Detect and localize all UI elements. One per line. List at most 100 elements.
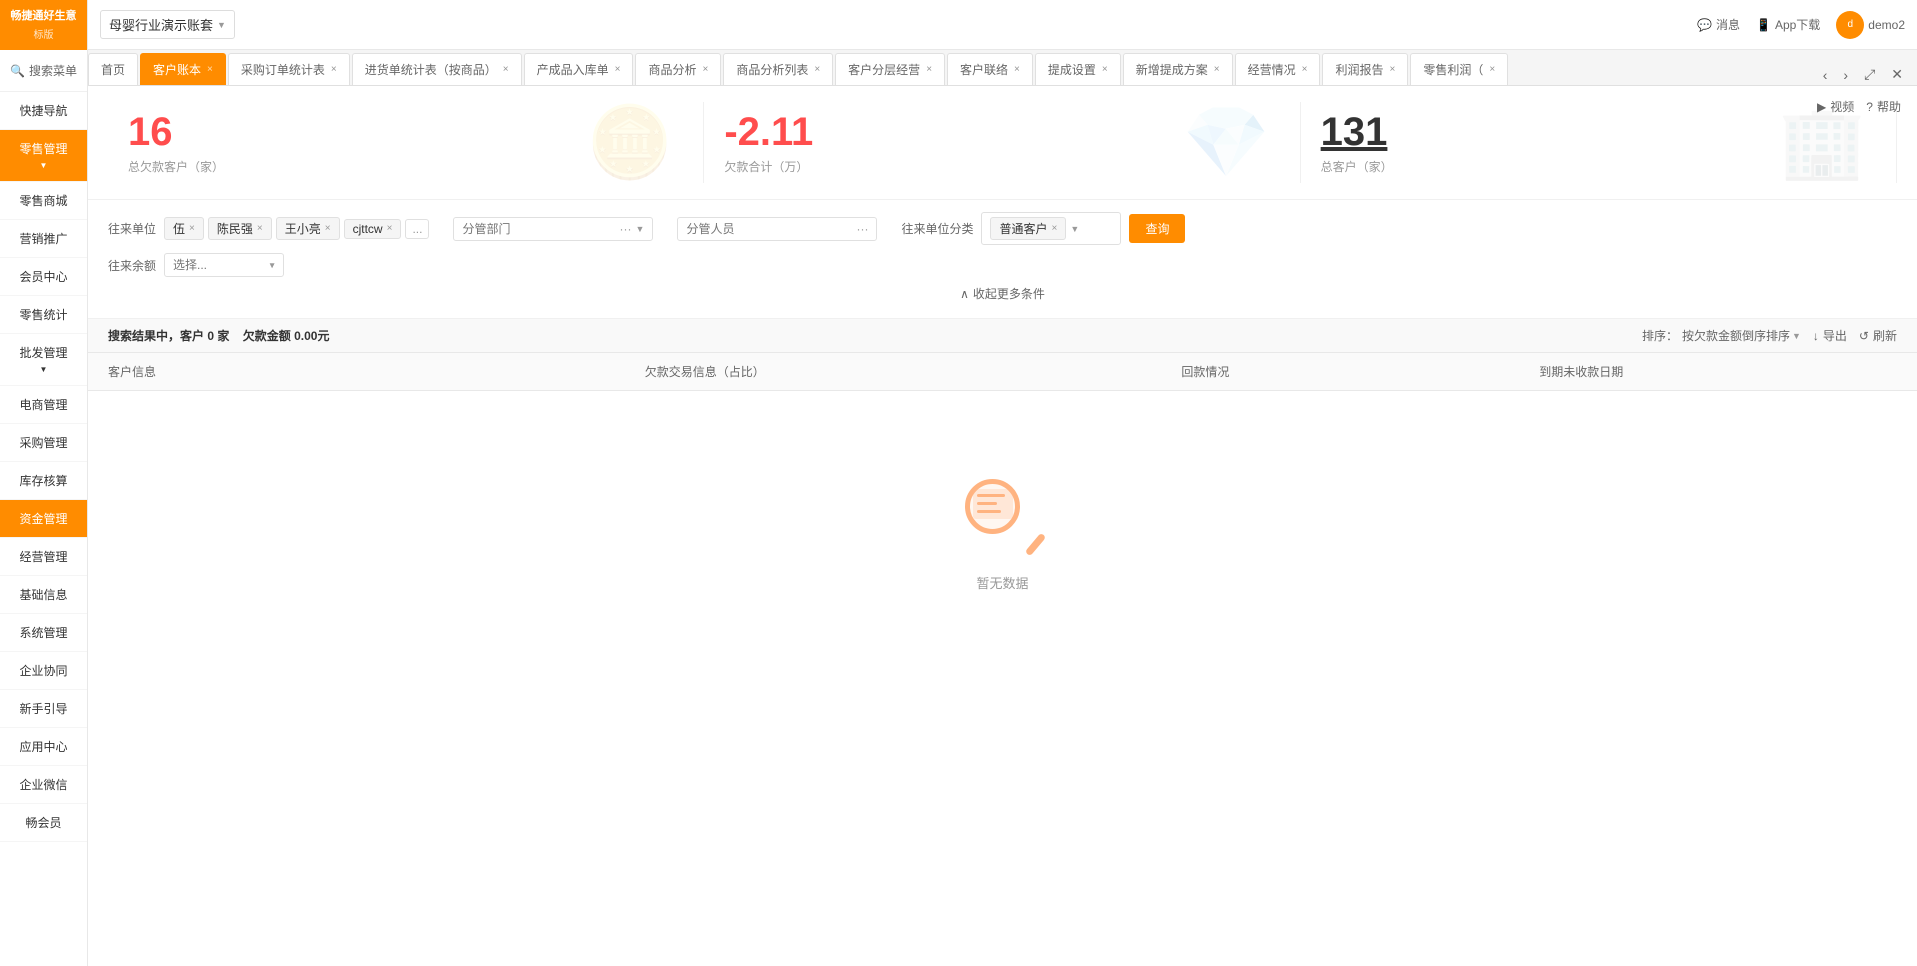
sidebar-item-retail-stats[interactable]: 零售统计	[0, 296, 87, 334]
tab-product-analysis-list[interactable]: 商品分析列表 ×	[723, 53, 833, 85]
tag-unit4-remove[interactable]: ×	[387, 223, 393, 234]
tab-customer-segment[interactable]: 客户分层经营 ×	[835, 53, 945, 85]
filter-tag-unit4[interactable]: cjttcw ×	[344, 219, 402, 239]
tab-prev-button[interactable]: ‹	[1817, 65, 1834, 85]
customer-type-remove[interactable]: ×	[1051, 223, 1057, 234]
tab-product-in-close[interactable]: ×	[615, 64, 621, 75]
ecommerce-label: 电商管理	[6, 396, 81, 413]
sidebar-item-retail[interactable]: 零售管理 ▼	[0, 130, 87, 182]
tab-product-analysis[interactable]: 商品分析 ×	[635, 53, 721, 85]
tab-product-analysis-close[interactable]: ×	[702, 64, 708, 75]
sidebar-item-member[interactable]: 会员中心	[0, 258, 87, 296]
sidebar-item-system[interactable]: 系统管理	[0, 614, 87, 652]
balance-select-wrap[interactable]: ▼	[164, 253, 284, 277]
sidebar-item-new-guide[interactable]: 新手引导	[0, 690, 87, 728]
tab-promotion-settings-close[interactable]: ×	[1102, 64, 1108, 75]
filter-tag-unit3[interactable]: 王小亮 ×	[276, 217, 340, 240]
department-filter-dots[interactable]: ···	[620, 222, 632, 236]
unit-category-wrap[interactable]: 普通客户 × ▼	[981, 212, 1121, 245]
tab-purchase-stats[interactable]: 进货单统计表（按商品） ×	[352, 53, 522, 85]
balance-select[interactable]	[164, 253, 284, 277]
sidebar-item-enterprise-wechat[interactable]: 企业微信	[0, 766, 87, 804]
tab-home[interactable]: 首页	[88, 53, 138, 85]
filter-tag-unit1[interactable]: 伍 ×	[164, 217, 204, 240]
tab-maximize-button[interactable]: ⤢	[1858, 64, 1881, 85]
tab-purchase-order[interactable]: 采购订单统计表 ×	[228, 53, 350, 85]
tab-profit-report[interactable]: 利润报告 ×	[1322, 53, 1408, 85]
refresh-label: 刷新	[1873, 327, 1897, 344]
illus-lines	[977, 494, 1005, 513]
filter-tag-unit2[interactable]: 陈民强 ×	[208, 217, 272, 240]
finance-label: 资金管理	[6, 510, 81, 527]
tab-new-promotion-close[interactable]: ×	[1214, 64, 1220, 75]
sidebar-item-enterprise-collab[interactable]: 企业协同	[0, 652, 87, 690]
tag-unit1-remove[interactable]: ×	[189, 223, 195, 234]
message-button[interactable]: 💬 消息	[1697, 16, 1740, 33]
tab-new-promotion[interactable]: 新增提成方案 ×	[1123, 53, 1233, 85]
sort-control[interactable]: 排序： 按欠款金额倒序排序 ▼	[1642, 327, 1801, 344]
sidebar-search-section[interactable]: 🔍 搜索菜单	[0, 50, 87, 92]
topbar-right: 💬 消息 📱 App下载 d demo2	[1697, 11, 1905, 39]
tab-next-button[interactable]: ›	[1837, 65, 1854, 85]
results-text: 搜索结果中，客户 0 家 欠款金额 0.00元	[108, 327, 329, 344]
sidebar-item-purchase[interactable]: 采购管理	[0, 424, 87, 462]
collapse-label: 收起更多条件	[973, 285, 1045, 302]
sidebar-item-member-plus[interactable]: 畅会员	[0, 804, 87, 842]
filter-row-balance: 往来余额 ▼	[108, 253, 1897, 277]
tab-close-all-button[interactable]: ✕	[1885, 64, 1909, 85]
tab-operations[interactable]: 经营情况 ×	[1235, 53, 1321, 85]
tab-retail-profit[interactable]: 零售利润（ ×	[1410, 53, 1508, 85]
tab-customer-segment-label: 客户分层经营	[848, 61, 920, 78]
sidebar-item-app-center[interactable]: 应用中心	[0, 728, 87, 766]
sidebar-item-inventory[interactable]: 库存核算	[0, 462, 87, 500]
account-dropdown[interactable]: 母婴行业演示账套 ▼	[100, 10, 235, 39]
tab-customer-account-close[interactable]: ×	[207, 64, 213, 75]
operations-label: 经营管理	[6, 548, 81, 565]
unit-category-dropdown-icon: ▼	[1070, 224, 1079, 234]
query-button[interactable]: 查询	[1129, 214, 1185, 243]
sidebar-item-quick-nav[interactable]: 快捷导航	[0, 92, 87, 130]
tab-customer-contact-close[interactable]: ×	[1014, 64, 1020, 75]
tag-unit2-remove[interactable]: ×	[257, 223, 263, 234]
person-filter-input[interactable]	[686, 222, 856, 236]
person-filter-wrap[interactable]: ···	[677, 217, 877, 241]
person-filter-dots[interactable]: ···	[856, 222, 868, 236]
refresh-button[interactable]: ↺ 刷新	[1859, 327, 1897, 344]
department-filter-wrap[interactable]: ··· ▼	[453, 217, 653, 241]
sidebar-item-retail-mall[interactable]: 零售商城	[0, 182, 87, 220]
message-label: 消息	[1716, 16, 1740, 33]
tab-retail-profit-close[interactable]: ×	[1489, 64, 1495, 75]
tag-unit1-label: 伍	[173, 220, 185, 237]
sidebar-item-marketing[interactable]: 营销推广	[0, 220, 87, 258]
tab-customer-account[interactable]: 客户账本 ×	[140, 53, 226, 85]
video-button[interactable]: ▶ 视频	[1817, 98, 1854, 115]
collapse-button[interactable]: ∧ 收起更多条件	[960, 285, 1045, 302]
sidebar-item-operations[interactable]: 经营管理	[0, 538, 87, 576]
sidebar-item-ecommerce[interactable]: 电商管理	[0, 386, 87, 424]
tab-purchase-order-close[interactable]: ×	[331, 64, 337, 75]
refresh-icon: ↺	[1859, 329, 1869, 343]
export-button[interactable]: ↓ 导出	[1813, 327, 1847, 344]
tab-operations-close[interactable]: ×	[1302, 64, 1308, 75]
tab-customer-contact[interactable]: 客户联络 ×	[947, 53, 1033, 85]
tab-product-analysis-list-close[interactable]: ×	[814, 64, 820, 75]
sort-value[interactable]: 按欠款金额倒序排序 ▼	[1682, 327, 1801, 344]
sidebar-item-wholesale[interactable]: 批发管理 ▼	[0, 334, 87, 386]
tab-customer-segment-close[interactable]: ×	[926, 64, 932, 75]
user-menu[interactable]: d demo2	[1836, 11, 1905, 39]
search-menu-button[interactable]: 🔍 搜索菜单	[6, 58, 81, 83]
export-label: 导出	[1823, 327, 1847, 344]
app-download-button[interactable]: 📱 App下载	[1756, 16, 1820, 33]
help-button[interactable]: ? 帮助	[1866, 98, 1901, 115]
filter-tags-more-button[interactable]: ...	[405, 219, 429, 239]
tab-promotion-settings[interactable]: 提成设置 ×	[1035, 53, 1121, 85]
sidebar-item-basic-info[interactable]: 基础信息	[0, 576, 87, 614]
total-customers2-label: 总客户（家）	[1321, 158, 1393, 175]
customer-type-tag[interactable]: 普通客户 ×	[990, 217, 1066, 240]
department-filter-input[interactable]	[462, 222, 619, 236]
sidebar-item-finance[interactable]: 资金管理	[0, 500, 87, 538]
tab-purchase-stats-close[interactable]: ×	[503, 64, 509, 75]
tag-unit3-remove[interactable]: ×	[325, 223, 331, 234]
tab-product-in[interactable]: 产成品入库单 ×	[524, 53, 634, 85]
tab-profit-report-close[interactable]: ×	[1389, 64, 1395, 75]
